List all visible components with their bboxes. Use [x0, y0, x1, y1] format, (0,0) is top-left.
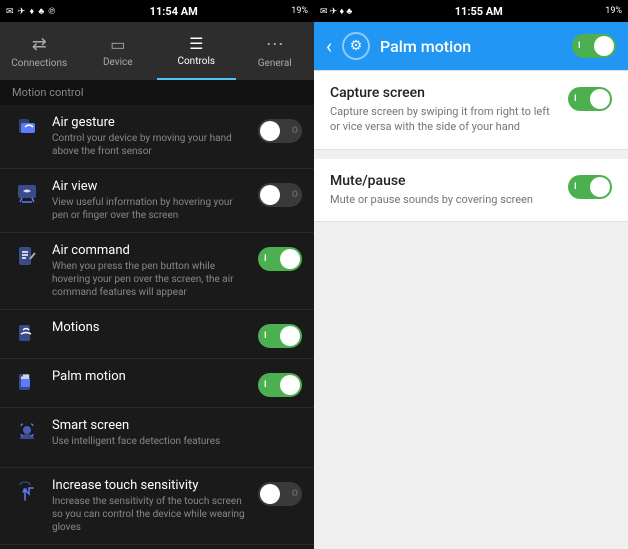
motions-icon	[12, 322, 42, 346]
tab-controls-label: Controls	[177, 56, 215, 67]
air-command-content: Air command When you press the pen butto…	[52, 243, 248, 299]
tab-general-label: General	[258, 58, 292, 69]
right-settings-list: Capture screen Capture screen by swiping…	[314, 70, 628, 549]
right-battery: 19%	[605, 6, 622, 16]
air-gesture-icon	[12, 117, 42, 141]
left-time: 11:54 AM	[150, 5, 198, 18]
air-command-icon	[12, 245, 42, 269]
settings-list: Air gesture Control your device by movin…	[0, 105, 314, 549]
air-view-title: Air view	[52, 179, 248, 194]
setting-motions[interactable]: Motions I	[0, 310, 314, 359]
section-header: Motion control	[0, 80, 314, 105]
palm-motion-content: Palm motion	[52, 369, 248, 384]
touch-sensitivity-icon	[12, 480, 42, 504]
connections-icon: ⇄	[32, 34, 47, 55]
right-setting-mute-pause[interactable]: Mute/pause Mute or pause sounds by cover…	[314, 159, 628, 222]
device-icon: ▭	[110, 35, 125, 54]
right-status-bar: ✉ ✈ ♦ ♣ 11:55 AM 19%	[314, 0, 628, 22]
left-status-bar: ✉ ✈ ♦ ♣ ℗ 11:54 AM 19%	[0, 0, 314, 22]
right-header-title: Palm motion	[380, 37, 562, 56]
nav-tabs: ⇄ Connections ▭ Device ☰ Controls ⋯ Gene…	[0, 22, 314, 80]
palm-motion-title: Palm motion	[52, 369, 248, 384]
air-command-toggle[interactable]: I	[258, 247, 302, 271]
tab-general[interactable]: ⋯ General	[236, 22, 315, 80]
air-command-desc: When you press the pen button while hove…	[52, 260, 248, 299]
setting-air-command[interactable]: Air command When you press the pen butto…	[0, 233, 314, 310]
notification-icons: ✉ ✈ ♦ ♣ ℗	[6, 6, 56, 17]
mute-pause-toggle[interactable]: I	[568, 175, 612, 199]
smart-screen-icon	[12, 420, 42, 444]
capture-screen-desc: Capture screen by swiping it from right …	[330, 104, 558, 135]
air-view-content: Air view View useful information by hove…	[52, 179, 248, 222]
palm-motion-icon	[12, 371, 42, 395]
air-command-title: Air command	[52, 243, 248, 258]
setting-air-view[interactable]: Air view View useful information by hove…	[0, 169, 314, 233]
setting-palm-motion[interactable]: Palm motion I	[0, 359, 314, 408]
air-gesture-title: Air gesture	[52, 115, 248, 130]
capture-screen-title: Capture screen	[330, 85, 558, 101]
setting-touch-sensitivity[interactable]: Increase touch sensitivity Increase the …	[0, 468, 314, 545]
right-panel: ✉ ✈ ♦ ♣ 11:55 AM 19% ‹ ⚙ Palm motion I C…	[314, 0, 628, 549]
mute-pause-content: Mute/pause Mute or pause sounds by cover…	[330, 173, 558, 207]
tab-connections-label: Connections	[11, 58, 67, 69]
right-status-icons: ✉ ✈ ♦ ♣	[320, 6, 352, 17]
smart-screen-content: Smart screen Use intelligent face detect…	[52, 418, 302, 448]
air-view-icon	[12, 181, 42, 205]
capture-screen-content: Capture screen Capture screen by swiping…	[330, 85, 558, 135]
motions-toggle[interactable]: I	[258, 324, 302, 348]
motions-title: Motions	[52, 320, 248, 335]
status-icons-right: 19%	[291, 6, 308, 16]
setting-air-gesture[interactable]: Air gesture Control your device by movin…	[0, 105, 314, 169]
right-header: ‹ ⚙ Palm motion I	[314, 22, 628, 70]
touch-sensitivity-toggle[interactable]: O	[258, 482, 302, 506]
right-setting-capture-screen[interactable]: Capture screen Capture screen by swiping…	[314, 71, 628, 150]
capture-screen-toggle[interactable]: I	[568, 87, 612, 111]
mute-pause-desc: Mute or pause sounds by covering screen	[330, 192, 558, 207]
status-icons-left: ✉ ✈ ♦ ♣ ℗	[6, 6, 56, 17]
smart-screen-title: Smart screen	[52, 418, 302, 433]
palm-motion-header-icon: ⚙	[342, 32, 370, 60]
palm-motion-toggle[interactable]: I	[258, 373, 302, 397]
air-gesture-toggle[interactable]: O	[258, 119, 302, 143]
general-icon: ⋯	[266, 34, 284, 55]
touch-sensitivity-title: Increase touch sensitivity	[52, 478, 248, 493]
touch-sensitivity-content: Increase touch sensitivity Increase the …	[52, 478, 248, 534]
battery-pct: 19%	[291, 6, 308, 16]
motions-content: Motions	[52, 320, 248, 335]
left-panel: ✉ ✈ ♦ ♣ ℗ 11:54 AM 19% ⇄ Connections ▭ D…	[0, 0, 314, 549]
touch-sensitivity-desc: Increase the sensitivity of the touch sc…	[52, 495, 248, 534]
tab-controls[interactable]: ☰ Controls	[157, 22, 236, 80]
tab-device[interactable]: ▭ Device	[79, 22, 158, 80]
tab-device-label: Device	[103, 57, 133, 68]
air-view-toggle[interactable]: O	[258, 183, 302, 207]
tab-connections[interactable]: ⇄ Connections	[0, 22, 79, 80]
controls-icon: ☰	[189, 34, 203, 53]
back-button[interactable]: ‹	[326, 34, 332, 58]
right-time: 11:55 AM	[455, 5, 503, 18]
palm-motion-main-toggle[interactable]: I	[572, 34, 616, 58]
smart-screen-desc: Use intelligent face detection features	[52, 435, 302, 448]
gear-icon: ⚙	[350, 38, 363, 54]
setting-smart-screen[interactable]: Smart screen Use intelligent face detect…	[0, 408, 314, 468]
air-gesture-content: Air gesture Control your device by movin…	[52, 115, 248, 158]
mute-pause-title: Mute/pause	[330, 173, 558, 189]
air-view-desc: View useful information by hovering your…	[52, 196, 248, 222]
air-gesture-desc: Control your device by moving your hand …	[52, 132, 248, 158]
